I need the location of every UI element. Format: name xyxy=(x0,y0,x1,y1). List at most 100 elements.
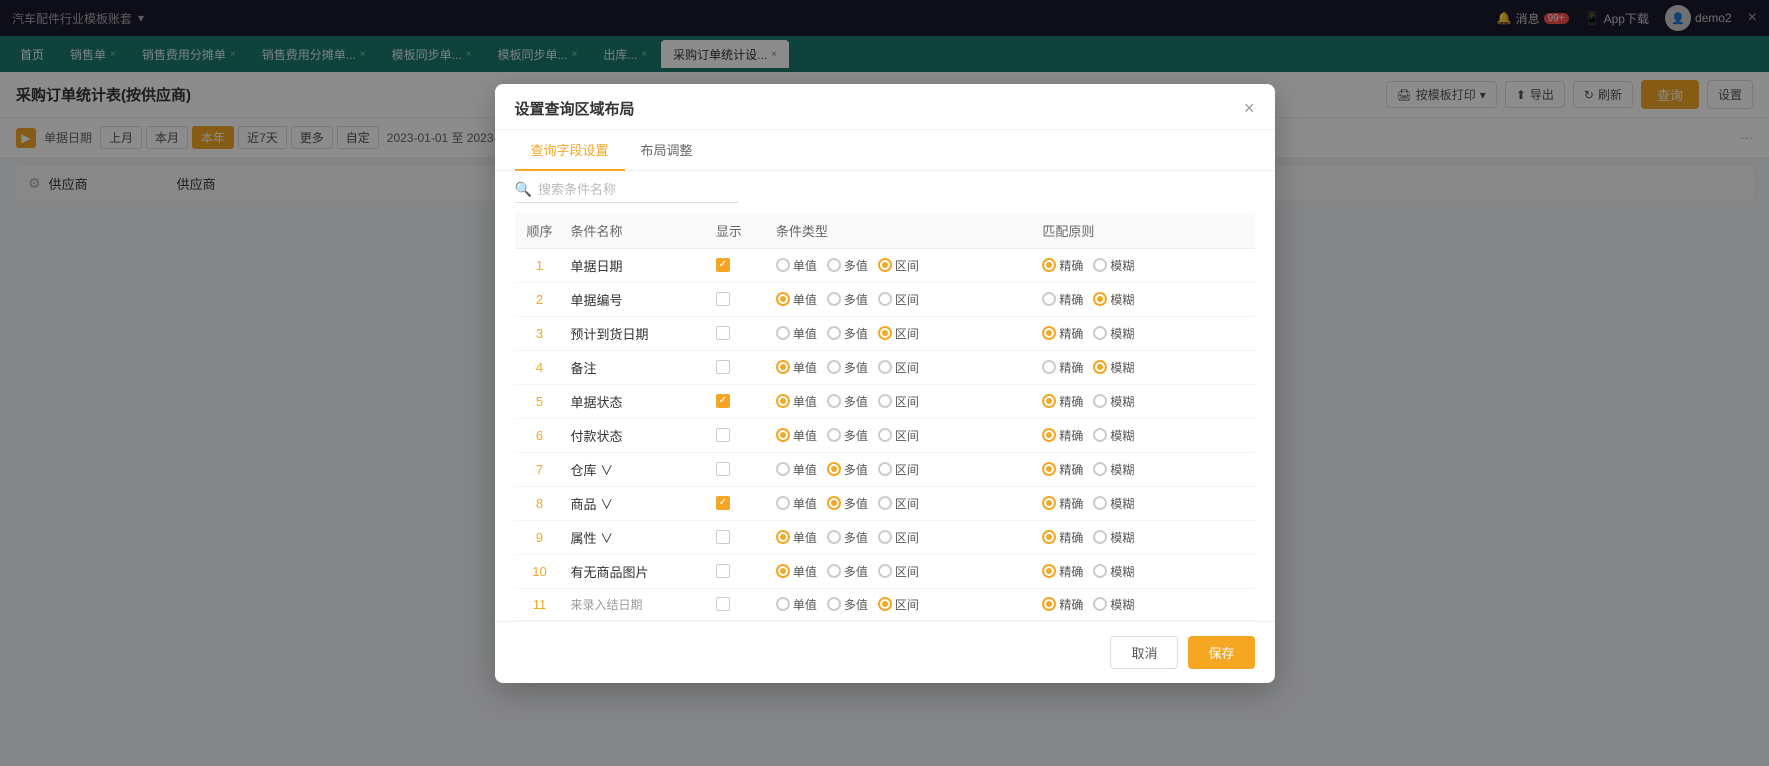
radio-match-exact[interactable]: 精确 xyxy=(1042,393,1083,410)
radio-match-fuzzy[interactable]: 模糊 xyxy=(1093,563,1134,580)
display-checkbox[interactable] xyxy=(716,360,730,374)
radio-match-fuzzy[interactable]: 模糊 xyxy=(1093,257,1134,274)
display-checkbox[interactable] xyxy=(716,258,730,272)
display-checkbox[interactable] xyxy=(716,597,730,611)
radio-match-exact[interactable]: 精确 xyxy=(1042,291,1083,308)
radio-range[interactable]: 区间 xyxy=(878,529,919,546)
radio-single[interactable]: 单值 xyxy=(776,563,817,580)
cell-name: 商品 ∨ xyxy=(565,486,710,520)
radio-circle-match-exact xyxy=(1042,530,1056,544)
radio-circle-match-exact xyxy=(1042,496,1056,510)
display-checkbox[interactable] xyxy=(716,326,730,340)
radio-circle-range xyxy=(878,292,892,306)
radio-single[interactable]: 单值 xyxy=(776,461,817,478)
radio-match-exact[interactable]: 精确 xyxy=(1042,427,1083,444)
radio-match-exact[interactable]: 精确 xyxy=(1042,325,1083,342)
radio-match-fuzzy[interactable]: 模糊 xyxy=(1093,359,1134,376)
cell-order: 3 xyxy=(515,316,565,350)
radio-multi[interactable]: 多值 xyxy=(827,596,868,613)
cancel-btn[interactable]: 取消 xyxy=(1110,636,1178,669)
radio-circle-range xyxy=(878,564,892,578)
radio-range[interactable]: 区间 xyxy=(878,427,919,444)
radio-match-fuzzy[interactable]: 模糊 xyxy=(1093,393,1134,410)
cell-order: 10 xyxy=(515,554,565,588)
cell-display xyxy=(710,248,770,282)
radio-circle-single xyxy=(776,292,790,306)
radio-match-exact[interactable]: 精确 xyxy=(1042,495,1083,512)
radio-match-exact[interactable]: 精确 xyxy=(1042,257,1083,274)
radio-single[interactable]: 单值 xyxy=(776,291,817,308)
radio-match-exact[interactable]: 精确 xyxy=(1042,359,1083,376)
radio-circle-match-fuzzy xyxy=(1093,326,1107,340)
cell-order: 1 xyxy=(515,248,565,282)
radio-range[interactable]: 区间 xyxy=(878,563,919,580)
radio-single[interactable]: 单值 xyxy=(776,257,817,274)
dialog-close-btn[interactable]: × xyxy=(1244,99,1255,117)
radio-match-exact[interactable]: 精确 xyxy=(1042,461,1083,478)
radio-single[interactable]: 单值 xyxy=(776,393,817,410)
radio-range[interactable]: 区间 xyxy=(878,596,919,613)
radio-single[interactable]: 单值 xyxy=(776,359,817,376)
match-radio-group: 精确模糊 xyxy=(1042,359,1248,376)
match-radio-group: 精确模糊 xyxy=(1042,596,1248,613)
radio-circle-match-fuzzy xyxy=(1093,530,1107,544)
radio-range[interactable]: 区间 xyxy=(878,257,919,274)
dialog-tab-layout[interactable]: 布局调整 xyxy=(625,130,709,171)
display-checkbox[interactable] xyxy=(716,564,730,578)
display-checkbox[interactable] xyxy=(716,394,730,408)
radio-circle-single xyxy=(776,394,790,408)
type-radio-group: 单值多值区间 xyxy=(776,257,1031,274)
match-radio-group: 精确模糊 xyxy=(1042,495,1248,512)
radio-multi[interactable]: 多值 xyxy=(827,291,868,308)
display-checkbox[interactable] xyxy=(716,428,730,442)
radio-multi[interactable]: 多值 xyxy=(827,359,868,376)
radio-match-fuzzy[interactable]: 模糊 xyxy=(1093,596,1134,613)
radio-range[interactable]: 区间 xyxy=(878,495,919,512)
radio-range[interactable]: 区间 xyxy=(878,291,919,308)
radio-match-fuzzy[interactable]: 模糊 xyxy=(1093,461,1134,478)
radio-single[interactable]: 单值 xyxy=(776,325,817,342)
radio-single[interactable]: 单值 xyxy=(776,596,817,613)
radio-range[interactable]: 区间 xyxy=(878,325,919,342)
radio-single[interactable]: 单值 xyxy=(776,529,817,546)
radio-match-exact[interactable]: 精确 xyxy=(1042,529,1083,546)
display-checkbox[interactable] xyxy=(716,292,730,306)
search-input[interactable] xyxy=(538,182,738,197)
display-checkbox[interactable] xyxy=(716,530,730,544)
cell-match: 精确模糊 xyxy=(1036,588,1254,620)
radio-multi[interactable]: 多值 xyxy=(827,427,868,444)
radio-match-exact[interactable]: 精确 xyxy=(1042,563,1083,580)
radio-match-fuzzy[interactable]: 模糊 xyxy=(1093,427,1134,444)
display-checkbox[interactable] xyxy=(716,496,730,510)
radio-multi[interactable]: 多值 xyxy=(827,257,868,274)
type-radio-group: 单值多值区间 xyxy=(776,393,1031,410)
radio-range[interactable]: 区间 xyxy=(878,359,919,376)
radio-match-fuzzy[interactable]: 模糊 xyxy=(1093,495,1134,512)
radio-circle-match-exact xyxy=(1042,564,1056,578)
radio-match-fuzzy[interactable]: 模糊 xyxy=(1093,325,1134,342)
cell-display xyxy=(710,316,770,350)
cell-match: 精确模糊 xyxy=(1036,282,1254,316)
cell-display xyxy=(710,350,770,384)
radio-range[interactable]: 区间 xyxy=(878,461,919,478)
radio-multi[interactable]: 多值 xyxy=(827,563,868,580)
match-radio-group: 精确模糊 xyxy=(1042,461,1248,478)
radio-single[interactable]: 单值 xyxy=(776,427,817,444)
radio-match-exact[interactable]: 精确 xyxy=(1042,596,1083,613)
radio-circle-multi xyxy=(827,292,841,306)
display-checkbox[interactable] xyxy=(716,462,730,476)
modal-overlay[interactable]: 设置查询区域布局 × 查询字段设置 布局调整 🔍 xyxy=(0,0,1769,766)
radio-multi[interactable]: 多值 xyxy=(827,393,868,410)
radio-range[interactable]: 区间 xyxy=(878,393,919,410)
save-btn[interactable]: 保存 xyxy=(1188,636,1254,669)
radio-multi[interactable]: 多值 xyxy=(827,529,868,546)
radio-multi[interactable]: 多值 xyxy=(827,495,868,512)
radio-match-fuzzy[interactable]: 模糊 xyxy=(1093,291,1134,308)
radio-multi[interactable]: 多值 xyxy=(827,325,868,342)
dialog-tab-query-fields[interactable]: 查询字段设置 xyxy=(515,130,625,171)
type-radio-group: 单值多值区间 xyxy=(776,359,1031,376)
cell-display xyxy=(710,418,770,452)
radio-match-fuzzy[interactable]: 模糊 xyxy=(1093,529,1134,546)
radio-multi[interactable]: 多值 xyxy=(827,461,868,478)
radio-single[interactable]: 单值 xyxy=(776,495,817,512)
